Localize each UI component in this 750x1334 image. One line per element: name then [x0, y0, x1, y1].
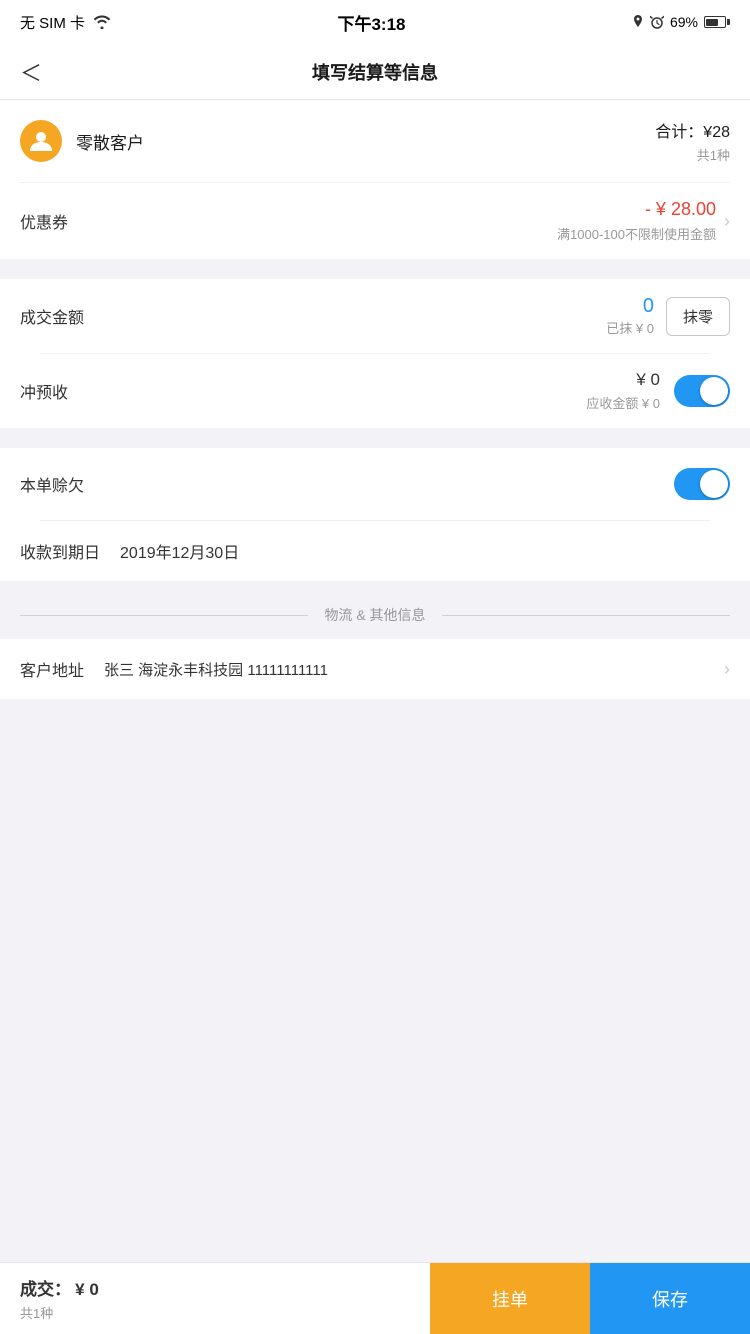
coupon-values: - ¥ 28.00 满1000-100不限制使用金额	[557, 199, 716, 243]
status-left: 无 SIM 卡	[20, 12, 111, 33]
status-bar: 无 SIM 卡 下午3:18 69%	[0, 0, 750, 44]
coupon-label: 优惠券	[20, 209, 68, 233]
address-label: 客户地址	[20, 657, 84, 681]
bottom-bar: 成交： ¥ 0 共1种 挂单 保存	[0, 1262, 750, 1334]
customer-card: 零散客户 合计：¥28 共1种 优惠券 - ¥ 28.00 满1000-100不…	[0, 100, 750, 259]
status-right: 69%	[632, 14, 730, 30]
debt-label: 本单赊欠	[20, 472, 84, 496]
amount-value[interactable]: 0	[606, 295, 654, 318]
customer-row: 零散客户 合计：¥28 共1种	[0, 100, 750, 182]
round-button[interactable]: 抹零	[666, 297, 730, 336]
back-button[interactable]: ＜	[20, 56, 42, 88]
battery-icon	[704, 16, 730, 28]
section-separator-1	[0, 269, 750, 279]
prepay-value: ¥ 0	[586, 370, 660, 390]
debt-section: 本单赊欠 收款到期日 2019年12月30日	[0, 448, 750, 581]
debt-row: 本单赊欠	[20, 448, 730, 520]
section-separator-2	[0, 438, 750, 448]
address-row[interactable]: 客户地址 张三 海淀永丰科技园 11111111111 ›	[20, 639, 730, 699]
chevron-icon: ›	[724, 211, 730, 232]
coupon-right: - ¥ 28.00 满1000-100不限制使用金额 ›	[557, 199, 730, 243]
coupon-description: 满1000-100不限制使用金额	[557, 224, 716, 243]
logistics-separator: 物流 & 其他信息	[0, 591, 750, 639]
content-area: 零散客户 合计：¥28 共1种 优惠券 - ¥ 28.00 满1000-100不…	[0, 100, 750, 789]
prepay-right: ¥ 0 应收金额 ¥ 0	[586, 370, 730, 412]
nav-bar: ＜ 填写结算等信息	[0, 44, 750, 100]
bottom-deal-amount: 成交： ¥ 0	[20, 1275, 410, 1300]
debt-toggle-knob	[700, 470, 728, 498]
sim-status: 无 SIM 卡	[20, 12, 85, 33]
address-value: 张三 海淀永丰科技园 11111111111	[104, 659, 724, 680]
due-date-value: 2019年12月30日	[120, 539, 239, 563]
amount-label: 成交金额	[20, 304, 84, 328]
debt-toggle[interactable]	[674, 468, 730, 500]
address-chevron: ›	[724, 659, 730, 680]
amount-sub: 已抹 ¥ 0	[606, 318, 654, 337]
save-button[interactable]: 保存	[590, 1263, 750, 1334]
customer-name: 零散客户	[76, 129, 144, 154]
prepay-values: ¥ 0 应收金额 ¥ 0	[586, 370, 660, 412]
customer-avatar	[20, 120, 62, 162]
logistics-label: 物流 & 其他信息	[324, 605, 425, 625]
wifi-icon	[93, 15, 111, 29]
sep-line-right	[442, 615, 730, 616]
due-date-label: 收款到期日	[20, 539, 100, 563]
amount-row: 成交金额 0 已抹 ¥ 0 抹零	[20, 279, 730, 353]
prepay-label: 冲预收	[20, 379, 68, 403]
status-time: 下午3:18	[337, 10, 405, 35]
toggle-knob	[700, 377, 728, 405]
hang-order-button[interactable]: 挂单	[430, 1263, 590, 1334]
amount-values: 0 已抹 ¥ 0	[606, 295, 654, 337]
page-title: 填写结算等信息	[312, 59, 438, 85]
coupon-discount: - ¥ 28.00	[557, 199, 716, 220]
total-amount: 合计：¥28	[655, 118, 730, 142]
due-date-row: 收款到期日 2019年12月30日	[20, 521, 730, 581]
battery-percent: 69%	[670, 14, 698, 30]
prepay-row: 冲预收 ¥ 0 应收金额 ¥ 0	[20, 354, 730, 428]
total-count: 共1种	[655, 145, 730, 164]
bottom-info: 成交： ¥ 0 共1种	[0, 1275, 430, 1322]
customer-info: 零散客户	[20, 120, 144, 162]
bottom-count: 共1种	[20, 1303, 410, 1322]
customer-total: 合计：¥28 共1种	[655, 118, 730, 164]
prepay-sub: 应收金额 ¥ 0	[586, 393, 660, 412]
location-icon	[632, 15, 644, 29]
alarm-icon	[650, 15, 664, 29]
coupon-row[interactable]: 优惠券 - ¥ 28.00 满1000-100不限制使用金额 ›	[0, 183, 750, 259]
sep-line-left	[20, 615, 308, 616]
amount-section: 成交金额 0 已抹 ¥ 0 抹零 冲预收 ¥ 0 应收金额 ¥ 0	[0, 279, 750, 428]
person-icon	[28, 128, 54, 154]
address-section: 客户地址 张三 海淀永丰科技园 11111111111 ›	[0, 639, 750, 699]
prepay-toggle[interactable]	[674, 375, 730, 407]
bottom-deal-value: ¥ 0	[75, 1280, 99, 1299]
amount-input-area: 0 已抹 ¥ 0 抹零	[606, 295, 730, 337]
bottom-deal-label: 成交：	[20, 1280, 71, 1299]
